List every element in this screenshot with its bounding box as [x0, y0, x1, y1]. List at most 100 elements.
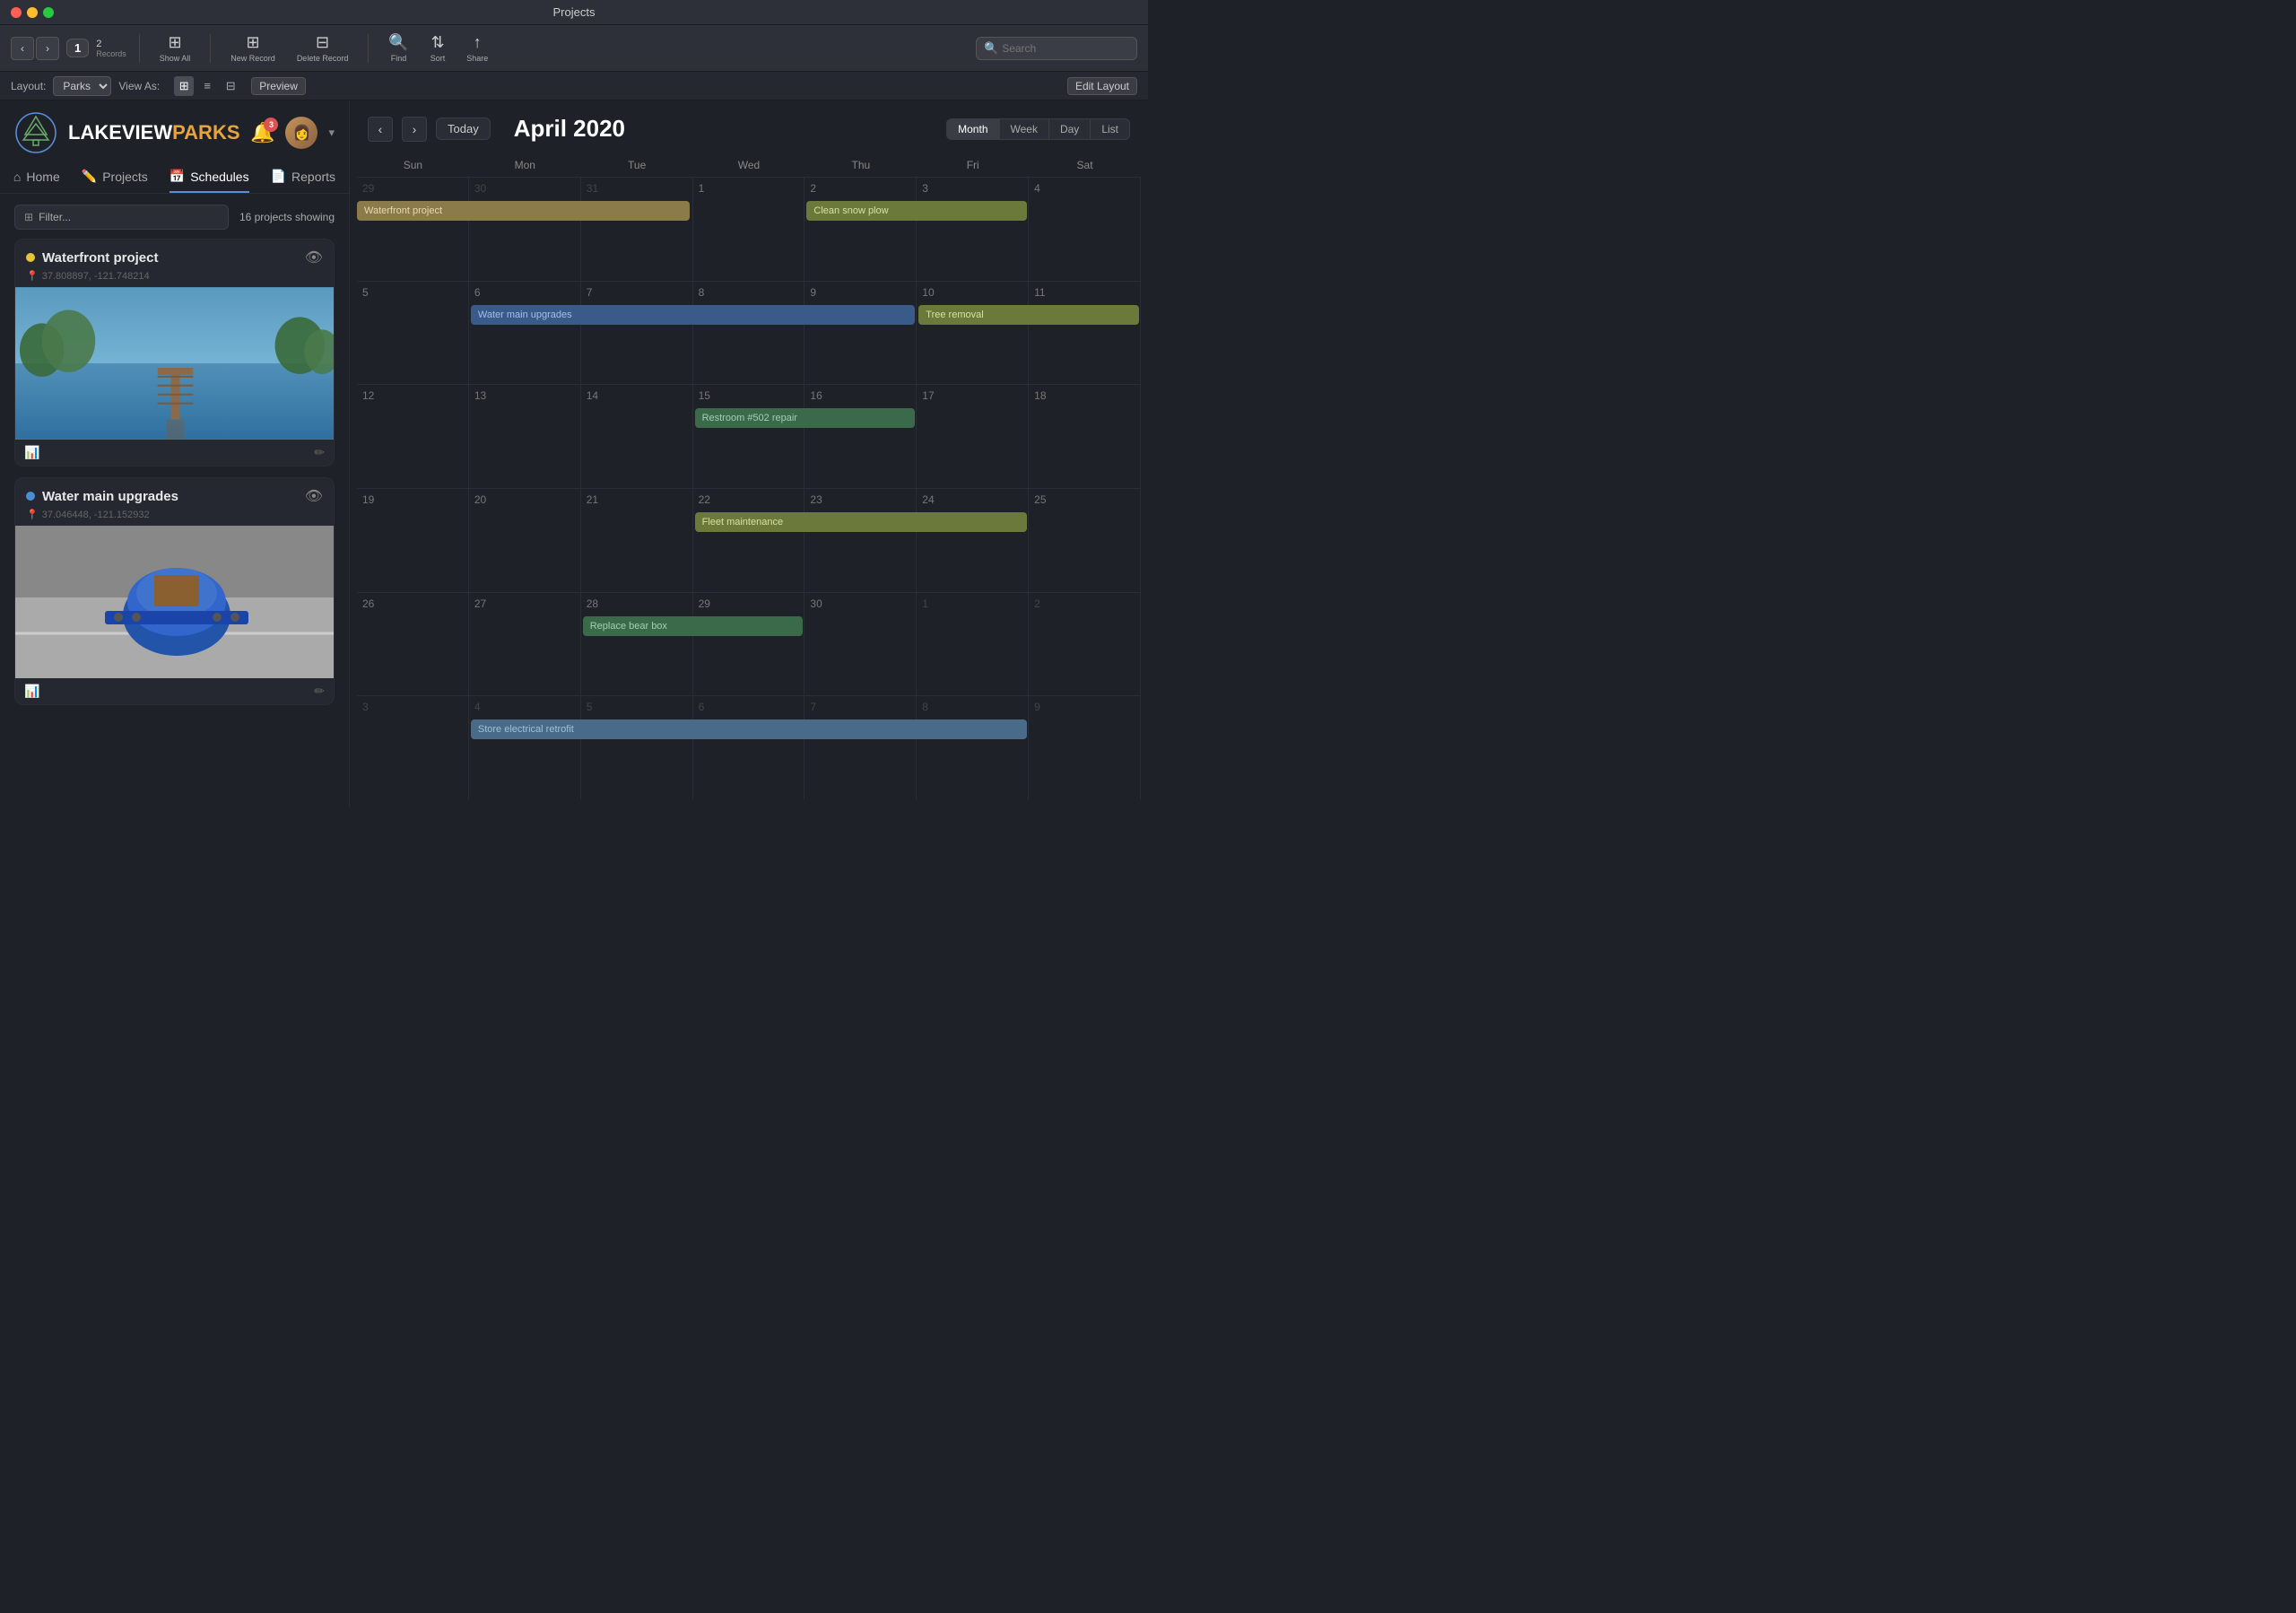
notification-bell[interactable]: 🔔 3 [250, 121, 274, 144]
cell-apr30[interactable]: 30 [804, 593, 917, 696]
cell-may5[interactable]: 5 [581, 696, 693, 799]
calendar-next-button[interactable]: › [402, 117, 427, 142]
nav-home[interactable]: ⌂ Home [13, 161, 60, 193]
view-grid-icon[interactable]: ⊟ [221, 76, 240, 96]
view-month-button[interactable]: Month [947, 119, 999, 139]
cell-apr17[interactable]: 17 [917, 385, 1029, 488]
user-chevron-icon[interactable]: ▾ [328, 126, 335, 140]
chart-icon[interactable]: 📊 [24, 445, 39, 460]
cell-may7[interactable]: 7 [804, 696, 917, 799]
cell-apr12[interactable]: 12 [357, 385, 469, 488]
close-button[interactable] [11, 7, 22, 18]
cell-mar29[interactable]: 29 [357, 178, 469, 281]
prev-record-button[interactable]: ‹ [11, 37, 34, 60]
cell-apr16[interactable]: 16 [804, 385, 917, 488]
calendar-week-3: 12 13 14 15 16 17 18 Restroom #502 repai… [357, 385, 1141, 489]
find-button[interactable]: 🔍 Find [381, 30, 415, 66]
cell-apr8[interactable]: 8 [693, 282, 805, 385]
cell-apr29[interactable]: 29 [693, 593, 805, 696]
cell-apr28[interactable]: 28 [581, 593, 693, 696]
cell-apr4[interactable]: 4 [1029, 178, 1141, 281]
home-icon: ⌂ [13, 170, 21, 184]
cell-apr10[interactable]: 10 [917, 282, 1029, 385]
cell-apr1[interactable]: 1 [693, 178, 805, 281]
view-list-icon[interactable]: ≡ [197, 76, 217, 96]
eye-icon[interactable]: 👁 [305, 248, 323, 266]
delete-record-button[interactable]: ⊟ Delete Record [290, 30, 356, 66]
nav-reports[interactable]: 📄 Reports [271, 161, 335, 193]
cell-apr20[interactable]: 20 [469, 489, 581, 592]
cell-apr22[interactable]: 22 [693, 489, 805, 592]
filter-bar: ⊞ Filter... 16 projects showing [14, 205, 335, 230]
user-avatar[interactable]: 👩 [285, 117, 317, 149]
cell-apr15[interactable]: 15 [693, 385, 805, 488]
cell-may3[interactable]: 3 [357, 696, 469, 799]
cell-apr3[interactable]: 3 [917, 178, 1029, 281]
share-button[interactable]: ↑ Share [459, 30, 495, 66]
cell-apr6[interactable]: 6 [469, 282, 581, 385]
cell-mar30[interactable]: 30 [469, 178, 581, 281]
cell-apr23[interactable]: 23 [804, 489, 917, 592]
next-record-button[interactable]: › [36, 37, 59, 60]
cell-apr25[interactable]: 25 [1029, 489, 1141, 592]
cell-may9[interactable]: 9 [1029, 696, 1141, 799]
edit-icon-2[interactable]: ✏ [314, 684, 325, 699]
event-fleet[interactable]: Fleet maintenance [695, 512, 1028, 532]
event-tree-removal[interactable]: Tree removal [918, 305, 1139, 325]
view-week-button[interactable]: Week [1000, 119, 1049, 139]
cell-apr26[interactable]: 26 [357, 593, 469, 696]
search-input[interactable] [1002, 42, 1127, 55]
event-electrical[interactable]: Store electrical retrofit [471, 719, 1027, 739]
cell-apr9[interactable]: 9 [804, 282, 917, 385]
calendar-week-1: 29 30 31 1 2 3 4 Waterfront project Clea… [357, 178, 1141, 282]
event-restroom[interactable]: Restroom #502 repair [695, 408, 916, 428]
search-box[interactable]: 🔍 [976, 37, 1137, 60]
cell-may6[interactable]: 6 [693, 696, 805, 799]
cell-may2[interactable]: 2 [1029, 593, 1141, 696]
show-all-button[interactable]: ⊞ Show All [152, 30, 198, 66]
cell-apr13[interactable]: 13 [469, 385, 581, 488]
event-bear-box[interactable]: Replace bear box [583, 616, 804, 636]
layout-select[interactable]: Parks [53, 76, 111, 96]
cell-apr7[interactable]: 7 [581, 282, 693, 385]
cell-apr14[interactable]: 14 [581, 385, 693, 488]
cell-apr27[interactable]: 27 [469, 593, 581, 696]
cell-apr5[interactable]: 5 [357, 282, 469, 385]
preview-button[interactable]: Preview [251, 77, 306, 95]
new-record-button[interactable]: ⊞ New Record [223, 30, 283, 66]
view-day-button[interactable]: Day [1049, 119, 1091, 139]
cell-apr24[interactable]: 24 [917, 489, 1029, 592]
cell-may4[interactable]: 4 [469, 696, 581, 799]
cell-apr18[interactable]: 18 [1029, 385, 1141, 488]
project-card-footer-2: 📊 ✏ [15, 678, 334, 704]
event-waterfront[interactable]: Waterfront project [357, 201, 690, 221]
sort-button[interactable]: ⇅ Sort [423, 30, 453, 66]
edit-icon[interactable]: ✏ [314, 445, 325, 460]
today-button[interactable]: Today [436, 118, 491, 140]
cell-may1[interactable]: 1 [917, 593, 1029, 696]
view-list-button[interactable]: List [1091, 119, 1129, 139]
nav-projects-label: Projects [102, 170, 148, 184]
minimize-button[interactable] [27, 7, 38, 18]
edit-layout-button[interactable]: Edit Layout [1067, 77, 1137, 95]
calendar-view-buttons: Month Week Day List [946, 118, 1130, 140]
schedules-icon: 📅 [170, 169, 185, 184]
filter-input[interactable]: ⊞ Filter... [14, 205, 229, 230]
chart-icon-2[interactable]: 📊 [24, 684, 39, 699]
maximize-button[interactable] [43, 7, 54, 18]
cell-mar31[interactable]: 31 [581, 178, 693, 281]
nav-schedules[interactable]: 📅 Schedules [170, 161, 249, 193]
nav-projects[interactable]: ✏️ Projects [82, 161, 148, 193]
event-clean-snow[interactable]: Clean snow plow [806, 201, 1027, 221]
calendar-prev-button[interactable]: ‹ [368, 117, 393, 142]
eye-icon-2[interactable]: 👁 [305, 487, 323, 505]
event-water-main[interactable]: Water main upgrades [471, 305, 915, 325]
cell-may8[interactable]: 8 [917, 696, 1029, 799]
cell-apr21[interactable]: 21 [581, 489, 693, 592]
layoutbar: Layout: Parks View As: ⊞ ≡ ⊟ Preview Edi… [0, 72, 1148, 100]
records-section: Records [96, 49, 126, 58]
cell-apr2[interactable]: 2 [804, 178, 917, 281]
cell-apr11[interactable]: 11 [1029, 282, 1141, 385]
cell-apr19[interactable]: 19 [357, 489, 469, 592]
view-table-icon[interactable]: ⊞ [174, 76, 194, 96]
